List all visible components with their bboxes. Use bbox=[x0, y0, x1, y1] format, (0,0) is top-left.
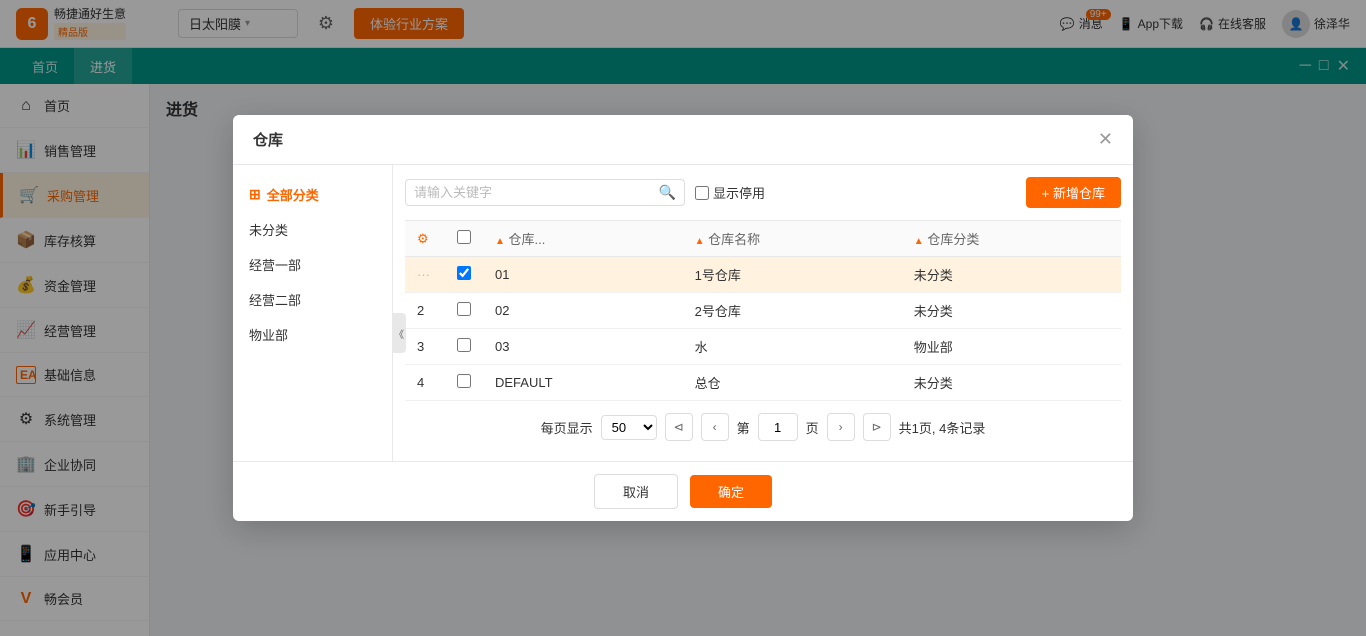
th-checkbox bbox=[445, 221, 483, 257]
th-settings: ⚙ bbox=[405, 221, 445, 257]
row-code: DEFAULT bbox=[483, 365, 683, 401]
cat-item-ops1[interactable]: 经营一部 bbox=[233, 247, 392, 282]
grid-icon: ⊞ bbox=[249, 186, 261, 203]
sort-icon-3: ▲ bbox=[914, 236, 924, 247]
cat-item-ops2[interactable]: 经营二部 bbox=[233, 282, 392, 317]
warehouse-table: ⚙ ▲ 仓库... ▲ bbox=[405, 220, 1121, 401]
row-code: 03 bbox=[483, 329, 683, 365]
modal-toolbar: 🔍 显示停用 + 新增仓库 bbox=[405, 177, 1121, 208]
row-select-checkbox[interactable] bbox=[457, 374, 471, 388]
row-checkbox bbox=[445, 293, 483, 329]
row-name: 2号仓库 bbox=[683, 293, 902, 329]
sort-icon-2: ▲ bbox=[695, 236, 705, 247]
show-disabled-checkbox[interactable] bbox=[695, 186, 709, 200]
search-icon[interactable]: 🔍 bbox=[659, 184, 676, 201]
row-checkbox bbox=[445, 329, 483, 365]
warehouse-modal: 仓库 ✕ 《 ⊞ 全部分类 未分类 经营一部 经营二部 bbox=[233, 115, 1133, 521]
cat-collapse-button[interactable]: 《 bbox=[392, 313, 406, 353]
category-sidebar: 《 ⊞ 全部分类 未分类 经营一部 经营二部 物业部 bbox=[233, 165, 393, 461]
row-select-checkbox[interactable] bbox=[457, 338, 471, 352]
cat-item-unclassified[interactable]: 未分类 bbox=[233, 212, 392, 247]
row-select-checkbox[interactable] bbox=[457, 302, 471, 316]
row-category: 未分类 bbox=[902, 293, 1121, 329]
row-actions: 2 bbox=[405, 293, 445, 329]
row-name: 1号仓库 bbox=[683, 257, 902, 293]
modal-table-area: 🔍 显示停用 + 新增仓库 ⚙ bbox=[393, 165, 1133, 461]
table-row[interactable]: 3 03 水 物业部 bbox=[405, 329, 1121, 365]
row-category: 未分类 bbox=[902, 257, 1121, 293]
sort-icon: ▲ bbox=[495, 236, 505, 247]
row-actions: ··· bbox=[405, 257, 445, 293]
row-checkbox bbox=[445, 365, 483, 401]
search-input[interactable] bbox=[414, 185, 659, 200]
select-all-checkbox[interactable] bbox=[457, 230, 471, 244]
th-name: ▲ 仓库名称 bbox=[683, 221, 902, 257]
table-row[interactable]: 4 DEFAULT 总仓 未分类 bbox=[405, 365, 1121, 401]
pagination: 每页显示 50 100 200 ⊲ ‹ 第 页 › ⊳ 共1页, 4条记录 bbox=[405, 401, 1121, 449]
row-code: 01 bbox=[483, 257, 683, 293]
prev-page-button[interactable]: ‹ bbox=[701, 413, 729, 441]
show-disabled-label[interactable]: 显示停用 bbox=[695, 183, 765, 202]
modal-footer: 取消 确定 bbox=[233, 461, 1133, 521]
add-warehouse-button[interactable]: + 新增仓库 bbox=[1026, 177, 1121, 208]
row-category: 物业部 bbox=[902, 329, 1121, 365]
per-page-select[interactable]: 50 100 200 bbox=[601, 415, 657, 440]
row-name: 总仓 bbox=[683, 365, 902, 401]
last-page-button[interactable]: ⊳ bbox=[863, 413, 891, 441]
settings-icon[interactable]: ⚙ bbox=[417, 231, 429, 246]
table-container: ⚙ ▲ 仓库... ▲ bbox=[405, 220, 1121, 401]
row-select-checkbox[interactable] bbox=[457, 266, 471, 280]
cat-item-property[interactable]: 物业部 bbox=[233, 317, 392, 352]
row-category: 未分类 bbox=[902, 365, 1121, 401]
row-actions: 4 bbox=[405, 365, 445, 401]
modal-body: 《 ⊞ 全部分类 未分类 经营一部 经营二部 物业部 bbox=[233, 165, 1133, 461]
more-icon[interactable]: ··· bbox=[417, 267, 430, 282]
modal-header: 仓库 ✕ bbox=[233, 115, 1133, 165]
modal-title: 仓库 bbox=[253, 129, 283, 150]
th-category: ▲ 仓库分类 bbox=[902, 221, 1121, 257]
cat-item-all[interactable]: ⊞ 全部分类 bbox=[233, 177, 392, 212]
first-page-button[interactable]: ⊲ bbox=[665, 413, 693, 441]
page-input[interactable] bbox=[758, 413, 798, 441]
table-row[interactable]: 2 02 2号仓库 未分类 bbox=[405, 293, 1121, 329]
search-box: 🔍 bbox=[405, 179, 685, 206]
modal-close-button[interactable]: ✕ bbox=[1098, 129, 1113, 150]
row-code: 02 bbox=[483, 293, 683, 329]
row-name: 水 bbox=[683, 329, 902, 365]
next-page-button[interactable]: › bbox=[827, 413, 855, 441]
th-code: ▲ 仓库... bbox=[483, 221, 683, 257]
cancel-button[interactable]: 取消 bbox=[594, 474, 678, 509]
row-actions: 3 bbox=[405, 329, 445, 365]
row-checkbox bbox=[445, 257, 483, 293]
modal-overlay: 仓库 ✕ 《 ⊞ 全部分类 未分类 经营一部 经营二部 bbox=[0, 0, 1366, 636]
confirm-button[interactable]: 确定 bbox=[690, 475, 772, 508]
table-row[interactable]: ··· 01 1号仓库 未分类 bbox=[405, 257, 1121, 293]
